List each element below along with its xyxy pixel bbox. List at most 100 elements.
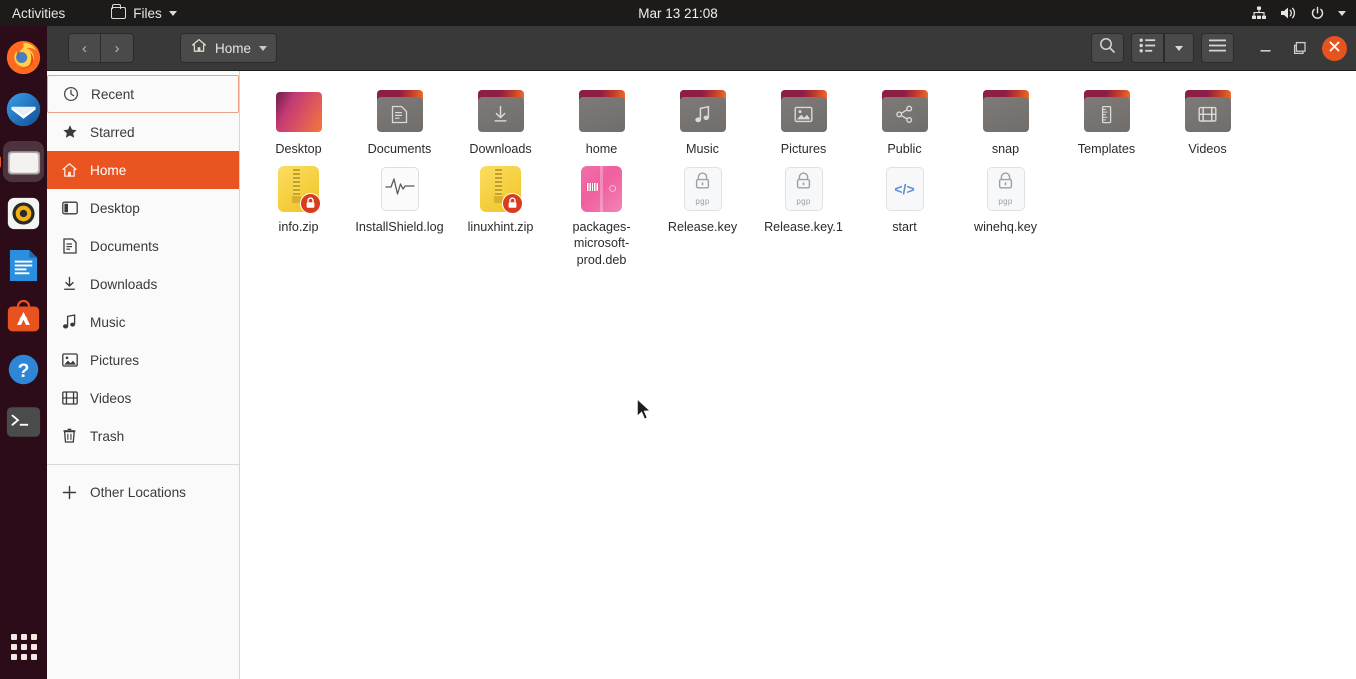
dock-item-firefox[interactable] [3, 37, 44, 78]
pgp-key-icon: pgp [986, 166, 1025, 211]
image-icon [61, 352, 78, 369]
dock-item-terminal[interactable] [3, 401, 44, 442]
clock-icon [62, 86, 79, 103]
dock-item-ubuntu-software[interactable] [3, 297, 44, 338]
svg-text:?: ? [18, 360, 30, 382]
file-icon [676, 84, 730, 138]
file-icon [878, 84, 932, 138]
app-menu-files[interactable]: Files [103, 3, 185, 21]
file-item-linuxhint-zip[interactable]: linuxhint.zip [450, 158, 551, 269]
chevron-down-icon [1175, 45, 1183, 51]
sidebar-item-recent[interactable]: Recent [47, 75, 239, 113]
file-label: snap [991, 142, 1020, 156]
network-icon [1251, 6, 1267, 20]
file-label: home [585, 142, 618, 156]
path-bar-label: Home [215, 40, 252, 56]
view-mode-group [1131, 33, 1194, 63]
debian-swirl-icon: ○ [607, 179, 617, 197]
file-item-documents[interactable]: Documents [349, 80, 450, 158]
file-item-start[interactable]: </> start [854, 158, 955, 269]
file-label: Release.key.1 [764, 219, 843, 234]
barcode-icon [586, 182, 598, 191]
sidebar-item-label: Desktop [90, 200, 140, 216]
file-label: Public [887, 142, 922, 156]
file-icon [474, 162, 528, 216]
file-item-public[interactable]: Public [854, 80, 955, 158]
file-item-packages-microsoft-prod-deb[interactable]: ○ packages-microsoft-prod.deb [551, 158, 652, 269]
sidebar-item-other-locations[interactable]: Other Locations [47, 473, 239, 511]
dock-item-files[interactable] [3, 141, 44, 182]
file-item-release-key-1[interactable]: pgp Release.key.1 [753, 158, 854, 269]
list-view-button[interactable] [1131, 33, 1164, 63]
file-item-release-key[interactable]: pgp Release.key [652, 158, 753, 269]
file-view[interactable]: Desktop Documents Downloads home Music P… [240, 71, 1356, 679]
code-file-icon: </> [885, 166, 924, 211]
sidebar-item-music[interactable]: Music [47, 303, 239, 341]
sidebar-item-pictures[interactable]: Pictures [47, 341, 239, 379]
file-item-installshield-log[interactable]: InstallShield.log [349, 158, 450, 269]
search-button[interactable] [1091, 33, 1124, 63]
file-item-templates[interactable]: Templates [1056, 80, 1157, 158]
sidebar-item-home[interactable]: Home [47, 151, 239, 189]
file-item-info-zip[interactable]: info.zip [248, 158, 349, 269]
sidebar-item-downloads[interactable]: Downloads [47, 265, 239, 303]
app-menu-label: Files [133, 5, 162, 21]
chevron-down-icon [1338, 10, 1346, 16]
system-tray[interactable] [1251, 6, 1346, 21]
code-icon: </> [894, 180, 915, 197]
share-icon [880, 97, 930, 132]
sidebar-item-label: Home [90, 162, 127, 178]
sidebar-item-label: Videos [90, 390, 132, 406]
show-applications-button[interactable] [4, 627, 44, 667]
file-label: Downloads [469, 142, 532, 156]
grid-dot [20, 644, 27, 650]
maximize-button[interactable] [1287, 35, 1313, 61]
music-note-icon [678, 97, 728, 132]
file-item-snap[interactable]: snap [955, 80, 1056, 158]
file-item-videos[interactable]: Videos [1157, 80, 1258, 158]
download-icon [476, 97, 526, 132]
navigation-buttons: ‹ › [68, 33, 134, 63]
film-icon [61, 390, 78, 407]
dock-item-rhythmbox[interactable] [3, 193, 44, 234]
sidebar-item-starred[interactable]: Starred [47, 113, 239, 151]
close-button[interactable] [1322, 35, 1347, 61]
pgp-key-icon: pgp [784, 166, 823, 211]
file-item-downloads[interactable]: Downloads [450, 80, 551, 158]
dock-item-help[interactable]: ? [3, 349, 44, 390]
forward-button[interactable]: › [101, 33, 134, 63]
file-item-winehq-key[interactable]: pgp winehq.key [955, 158, 1056, 269]
file-label: Release.key [667, 219, 738, 234]
clock[interactable]: Mar 13 21:08 [0, 6, 1356, 21]
minimize-button[interactable] [1252, 35, 1278, 61]
desktop-screen: Activities Files Mar 13 21:08 ? ‹ › Home… [0, 0, 1356, 679]
dock-item-thunderbird[interactable] [3, 89, 44, 130]
sidebar-item-documents[interactable]: Documents [47, 227, 239, 265]
file-item-desktop[interactable]: Desktop [248, 80, 349, 158]
pgp-label: pgp [998, 197, 1013, 207]
file-icon [1080, 84, 1134, 138]
file-item-pictures[interactable]: Pictures [753, 80, 854, 158]
view-options-button[interactable] [1164, 33, 1194, 63]
path-bar-home[interactable]: Home [180, 33, 278, 63]
star-icon [61, 124, 78, 141]
sidebar-item-label: Recent [91, 86, 135, 102]
sidebar-item-trash[interactable]: Trash [47, 417, 239, 455]
home-icon [191, 38, 207, 58]
sidebar-divider [47, 464, 239, 465]
gnome-top-bar: Activities Files Mar 13 21:08 [0, 0, 1356, 26]
sidebar-item-videos[interactable]: Videos [47, 379, 239, 417]
dock-item-libreoffice-writer[interactable] [3, 245, 44, 286]
back-button[interactable]: ‹ [68, 33, 101, 63]
file-icon [575, 84, 629, 138]
folder-icon [880, 90, 930, 132]
folder-icon [476, 90, 526, 132]
file-item-music[interactable]: Music [652, 80, 753, 158]
grid-dot [20, 654, 27, 660]
folder-icon [779, 90, 829, 132]
sidebar-item-desktop[interactable]: Desktop [47, 189, 239, 227]
activities-button[interactable]: Activities [0, 6, 75, 21]
main-menu-button[interactable] [1201, 33, 1234, 63]
ruler-icon [1082, 97, 1132, 132]
file-item-home[interactable]: home [551, 80, 652, 158]
